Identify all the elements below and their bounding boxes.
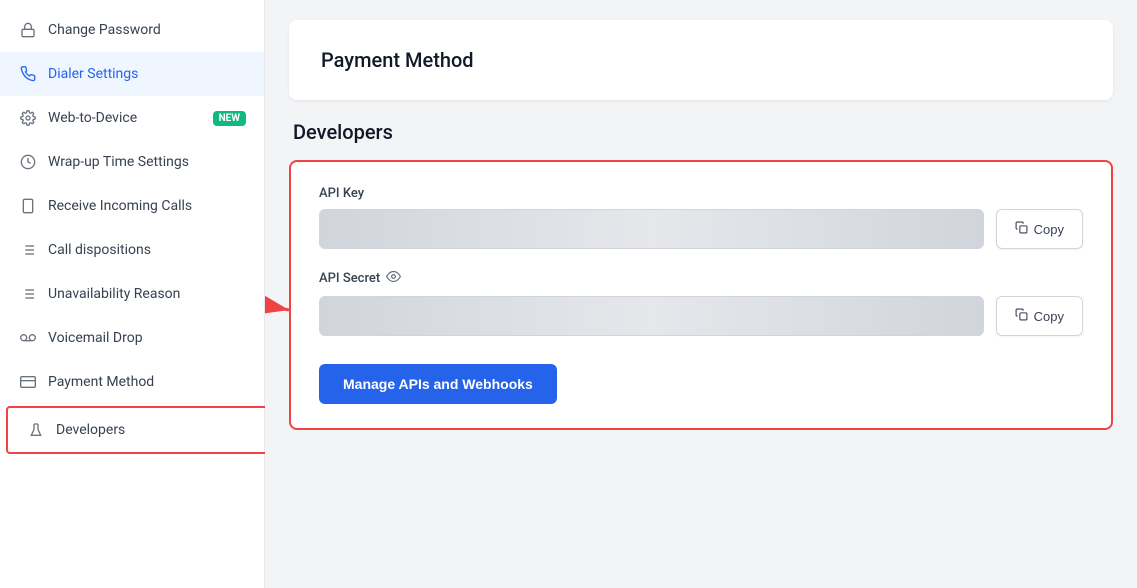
voicemail-icon bbox=[18, 330, 38, 346]
developers-inner-card: API Key Copy bbox=[289, 160, 1113, 430]
sidebar-item-payment-method[interactable]: Payment Method bbox=[0, 360, 264, 404]
payment-method-card: Payment Method bbox=[289, 20, 1113, 100]
payment-method-title: Payment Method bbox=[321, 48, 1081, 72]
api-secret-copy-label: Copy bbox=[1034, 309, 1064, 324]
api-key-label: API Key bbox=[319, 186, 1083, 201]
sidebar-item-change-password-label: Change Password bbox=[48, 22, 246, 38]
manage-apis-button[interactable]: Manage APIs and Webhooks bbox=[319, 364, 557, 404]
sidebar-item-call-dispositions[interactable]: Call dispositions bbox=[0, 228, 264, 272]
developers-section-title: Developers bbox=[289, 120, 1113, 144]
sidebar-item-wrap-up-time[interactable]: Wrap-up Time Settings bbox=[0, 140, 264, 184]
api-key-row: Copy bbox=[319, 209, 1083, 249]
sidebar-item-dialer-settings-label: Dialer Settings bbox=[48, 66, 246, 82]
unavailability-icon bbox=[18, 286, 38, 302]
main-content: Payment Method Developers API Key bbox=[265, 0, 1137, 588]
sidebar-item-call-dispositions-label: Call dispositions bbox=[48, 242, 246, 258]
sidebar-item-web-to-device-label: Web-to-Device bbox=[48, 110, 203, 126]
sidebar-item-payment-label: Payment Method bbox=[48, 374, 246, 390]
flask-icon bbox=[26, 422, 46, 438]
phone-icon bbox=[18, 66, 38, 82]
api-secret-copy-button[interactable]: Copy bbox=[996, 296, 1083, 336]
clock-icon bbox=[18, 154, 38, 170]
api-secret-input bbox=[319, 296, 984, 336]
sidebar-item-voicemail-drop[interactable]: Voicemail Drop bbox=[0, 316, 264, 360]
api-key-input bbox=[319, 209, 984, 249]
sidebar: Change Password Dialer Settings Web-to-D… bbox=[0, 0, 265, 588]
sidebar-item-receive-incoming-label: Receive Incoming Calls bbox=[48, 198, 246, 214]
mobile-icon bbox=[18, 198, 38, 214]
gear-icon bbox=[18, 110, 38, 126]
sidebar-item-wrap-up-label: Wrap-up Time Settings bbox=[48, 154, 246, 170]
sidebar-item-web-to-device[interactable]: Web-to-Device NEW bbox=[0, 96, 264, 140]
sidebar-item-dialer-settings[interactable]: Dialer Settings bbox=[0, 52, 264, 96]
sidebar-item-unavailability[interactable]: Unavailability Reason bbox=[0, 272, 264, 316]
sidebar-item-developers[interactable]: Developers bbox=[6, 406, 270, 454]
credit-card-icon bbox=[18, 374, 38, 390]
sidebar-item-change-password[interactable]: Change Password bbox=[0, 8, 264, 52]
sidebar-item-developers-label: Developers bbox=[56, 422, 250, 438]
sidebar-item-receive-incoming[interactable]: Receive Incoming Calls bbox=[0, 184, 264, 228]
api-secret-label: API Secret bbox=[319, 269, 1083, 288]
api-key-copy-label: Copy bbox=[1034, 222, 1064, 237]
sidebar-item-voicemail-label: Voicemail Drop bbox=[48, 330, 246, 346]
api-secret-section: API Secret Copy bbox=[319, 269, 1083, 336]
api-key-section: API Key Copy bbox=[319, 186, 1083, 249]
developers-section: Developers API Key bbox=[289, 120, 1113, 430]
sidebar-item-unavailability-label: Unavailability Reason bbox=[48, 286, 246, 302]
copy-icon bbox=[1015, 221, 1028, 237]
copy-icon-2 bbox=[1015, 308, 1028, 324]
web-to-device-badge: NEW bbox=[213, 111, 246, 126]
eye-icon[interactable] bbox=[386, 269, 401, 288]
api-key-copy-button[interactable]: Copy bbox=[996, 209, 1083, 249]
api-secret-row: Copy bbox=[319, 296, 1083, 336]
lock-icon bbox=[18, 22, 38, 38]
list-icon bbox=[18, 242, 38, 258]
